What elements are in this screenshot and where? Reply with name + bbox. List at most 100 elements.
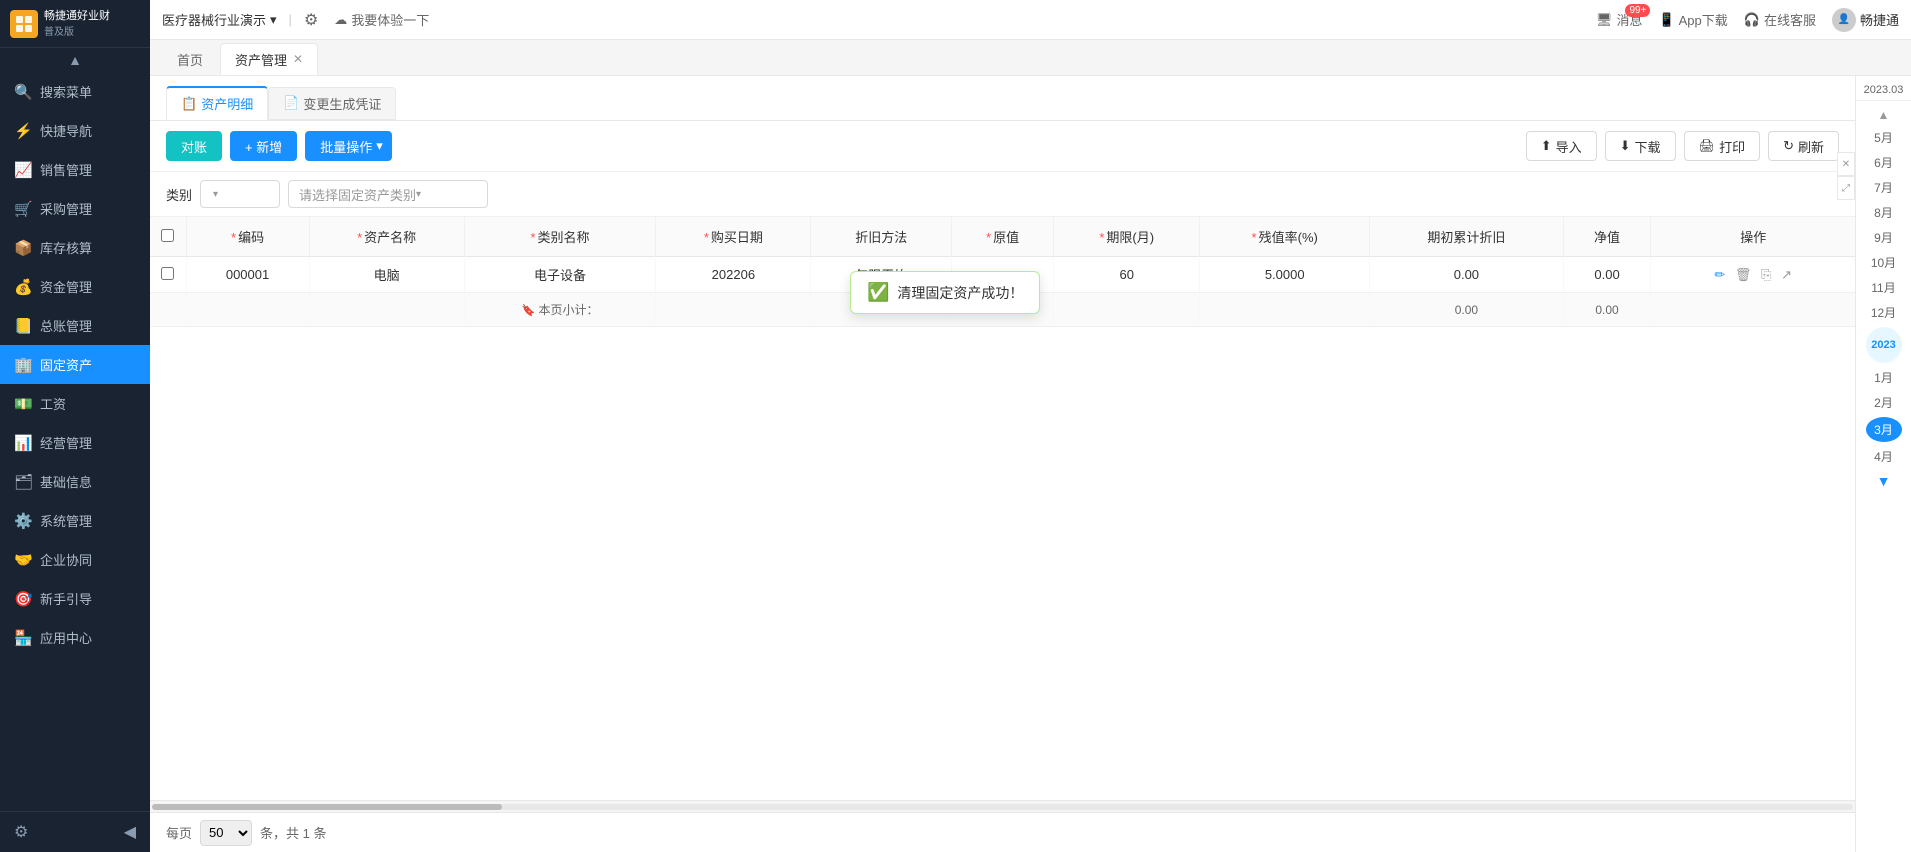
batch-button[interactable]: 批量操作 ▾ — [305, 131, 392, 161]
message-button[interactable]: 🖥 消息 99+ — [1596, 10, 1643, 29]
per-page-select[interactable]: 50 10 20 100 — [200, 820, 252, 846]
subtab-change-voucher-icon: 📄 — [283, 95, 299, 111]
edit-icon[interactable]: ✏ — [1714, 267, 1725, 282]
row-checkbox[interactable] — [161, 267, 174, 280]
username: 畅捷通 — [1860, 10, 1899, 29]
download-button[interactable]: ⬇ 下载 — [1605, 131, 1676, 161]
sidebar-item-operations[interactable]: 📊 经营管理 — [0, 423, 150, 462]
sidebar-item-label-guide: 新手引导 — [40, 589, 92, 608]
sidebar-item-system[interactable]: ⚙️ 系统管理 — [0, 501, 150, 540]
cal-month-5[interactable]: 5月 — [1860, 125, 1908, 150]
topbar-divider: | — [289, 12, 292, 27]
content-area: 📋 资产明细 📄 变更生成凭证 对账 + 新增 批量操作 ▾ ⬆ — [150, 76, 1911, 852]
sidebar-item-funds[interactable]: 💰 资金管理 — [0, 267, 150, 306]
new-button[interactable]: + 新增 — [230, 131, 297, 161]
cal-month-9[interactable]: 9月 — [1860, 225, 1908, 250]
cal-month-6[interactable]: 6月 — [1860, 150, 1908, 175]
funds-icon: 💰 — [14, 278, 32, 296]
purchase-icon: 🛒 — [14, 200, 32, 218]
print-label: 打印 — [1719, 137, 1745, 156]
sidebar-item-ledger[interactable]: 📒 总账管理 — [0, 306, 150, 345]
cal-month-7[interactable]: 7月 — [1860, 175, 1908, 200]
sidebar-header: 畅捷通好业财 普及版 — [0, 0, 150, 48]
sidebar-footer: ⚙ ◀ — [0, 811, 150, 852]
cal-month-1[interactable]: 1月 — [1860, 365, 1908, 390]
sidebar-item-assets[interactable]: 🏢 固定资产 — [0, 345, 150, 384]
cal-month-12[interactable]: 12月 — [1860, 300, 1908, 325]
copy-icon[interactable]: ⎘ — [1761, 267, 1771, 282]
system-icon: ⚙️ — [14, 512, 32, 530]
subtotal-net: 0.00 — [1563, 293, 1651, 327]
print-button[interactable]: 🖨 打印 — [1684, 131, 1761, 161]
tab-home-label: 首页 — [177, 50, 203, 69]
sidebar-item-search[interactable]: 🔍 搜索菜单 — [0, 72, 150, 111]
app-download-button[interactable]: 📱 App下载 — [1658, 10, 1727, 29]
trial-button[interactable]: ☁ 我要体验一下 — [334, 10, 429, 29]
tab-home[interactable]: 首页 — [162, 43, 218, 75]
sidebar-item-guide[interactable]: 🎯 新手引导 — [0, 579, 150, 618]
category-type-input[interactable]: 请选择固定资产类别 ▾ — [288, 180, 488, 208]
company-selector[interactable]: 医疗器械行业演示 ▾ — [162, 10, 277, 29]
phone-icon: 📱 — [1658, 12, 1674, 28]
subtotal-initial: 0.00 — [1370, 293, 1564, 327]
sidebar-item-inventory[interactable]: 📦 库存核算 — [0, 228, 150, 267]
enterprise-icon: 🤝 — [14, 551, 32, 569]
more-icon[interactable]: ↗ — [1781, 267, 1792, 282]
tab-assets-mgmt[interactable]: 资产管理 ✕ — [220, 43, 318, 75]
table-header-row: *编码 *资产名称 *类别名称 *购买日期 折旧方法 *原值 *期限(月) *残… — [150, 217, 1855, 257]
avatar: 👤 — [1832, 8, 1856, 32]
sidebar-item-label-ledger: 总账管理 — [40, 316, 92, 335]
sidebar-item-sales[interactable]: 📈 销售管理 — [0, 150, 150, 189]
download-icon: ⬇ — [1620, 138, 1631, 154]
sidebar-item-purchase[interactable]: 🛒 采购管理 — [0, 189, 150, 228]
topbar-gear-icon[interactable]: ⚙ — [304, 10, 318, 30]
cal-month-8[interactable]: 8月 — [1860, 200, 1908, 225]
cal-scroll-up[interactable]: ▲ — [1856, 105, 1911, 125]
delete-icon[interactable]: 🗑 — [1735, 267, 1752, 282]
hscroll-thumb[interactable] — [152, 804, 502, 810]
tab-close-icon[interactable]: ✕ — [293, 52, 303, 66]
reconcile-button[interactable]: 对账 — [166, 131, 222, 161]
cal-down-icon[interactable]: ▼ — [1877, 473, 1891, 489]
subtotal-icon: 🔖 — [521, 305, 535, 317]
category-filter-label: 类别 — [166, 185, 192, 204]
content-main: 📋 资产明细 📄 变更生成凭证 对账 + 新增 批量操作 ▾ ⬆ — [150, 76, 1855, 852]
cell-operation: ✏ 🗑 ⎘ ↗ — [1651, 257, 1855, 293]
cal-month-2[interactable]: 2月 — [1860, 390, 1908, 415]
ledger-icon: 📒 — [14, 317, 32, 335]
header-name: *资产名称 — [309, 217, 464, 257]
category-input-arrow: ▾ — [416, 189, 421, 200]
cal-month-10[interactable]: 10月 — [1860, 250, 1908, 275]
import-button[interactable]: ⬆ 导入 — [1526, 131, 1597, 161]
sidebar-item-wages[interactable]: 💵 工资 — [0, 384, 150, 423]
rp-close-button[interactable]: ✕ — [1837, 152, 1855, 176]
header-initial-depreciation: 期初累计折旧 — [1370, 217, 1564, 257]
sidebar-item-label-enterprise: 企业协同 — [40, 550, 92, 569]
refresh-button[interactable]: ↻ 刷新 — [1768, 131, 1839, 161]
app-download-label: App下载 — [1679, 10, 1728, 29]
category-select[interactable]: ▾ — [200, 180, 280, 208]
filterbar: 类别 ▾ 请选择固定资产类别 ▾ — [150, 172, 1855, 217]
pagination: 每页 50 10 20 100 条，共 1 条 — [150, 812, 1855, 852]
sidebar-scroll-up[interactable]: ▲ — [0, 48, 150, 72]
sidebar-item-enterprise[interactable]: 🤝 企业协同 — [0, 540, 150, 579]
user-menu[interactable]: 👤 畅捷通 — [1832, 8, 1899, 32]
subtab-change-voucher[interactable]: 📄 变更生成凭证 — [268, 87, 396, 120]
subtabs: 📋 资产明细 📄 变更生成凭证 — [150, 76, 1855, 121]
toast-check-icon: ✅ — [867, 282, 889, 303]
settings-footer-icon[interactable]: ⚙ — [14, 822, 28, 842]
subtab-asset-detail[interactable]: 📋 资产明细 — [166, 86, 268, 120]
refresh-icon: ↻ — [1783, 138, 1794, 154]
collapse-icon[interactable]: ◀ — [124, 822, 136, 842]
rp-expand-button[interactable]: ⤢ — [1837, 176, 1855, 200]
cal-month-4[interactable]: 4月 — [1860, 444, 1908, 469]
sidebar-item-basic[interactable]: 🗂 基础信息 — [0, 462, 150, 501]
cal-month-11[interactable]: 11月 — [1860, 275, 1908, 300]
sidebar-item-quicknav[interactable]: ⚡ 快捷导航 — [0, 111, 150, 150]
sidebar-item-appcenter[interactable]: 🏪 应用中心 — [0, 618, 150, 657]
select-all-checkbox[interactable] — [161, 229, 174, 242]
cal-month-3-active[interactable]: 3月 — [1866, 417, 1902, 442]
online-service-button[interactable]: 🎧 在线客服 — [1744, 10, 1816, 29]
horizontal-scrollbar[interactable] — [150, 800, 1855, 812]
header-buy-date: *购买日期 — [656, 217, 811, 257]
